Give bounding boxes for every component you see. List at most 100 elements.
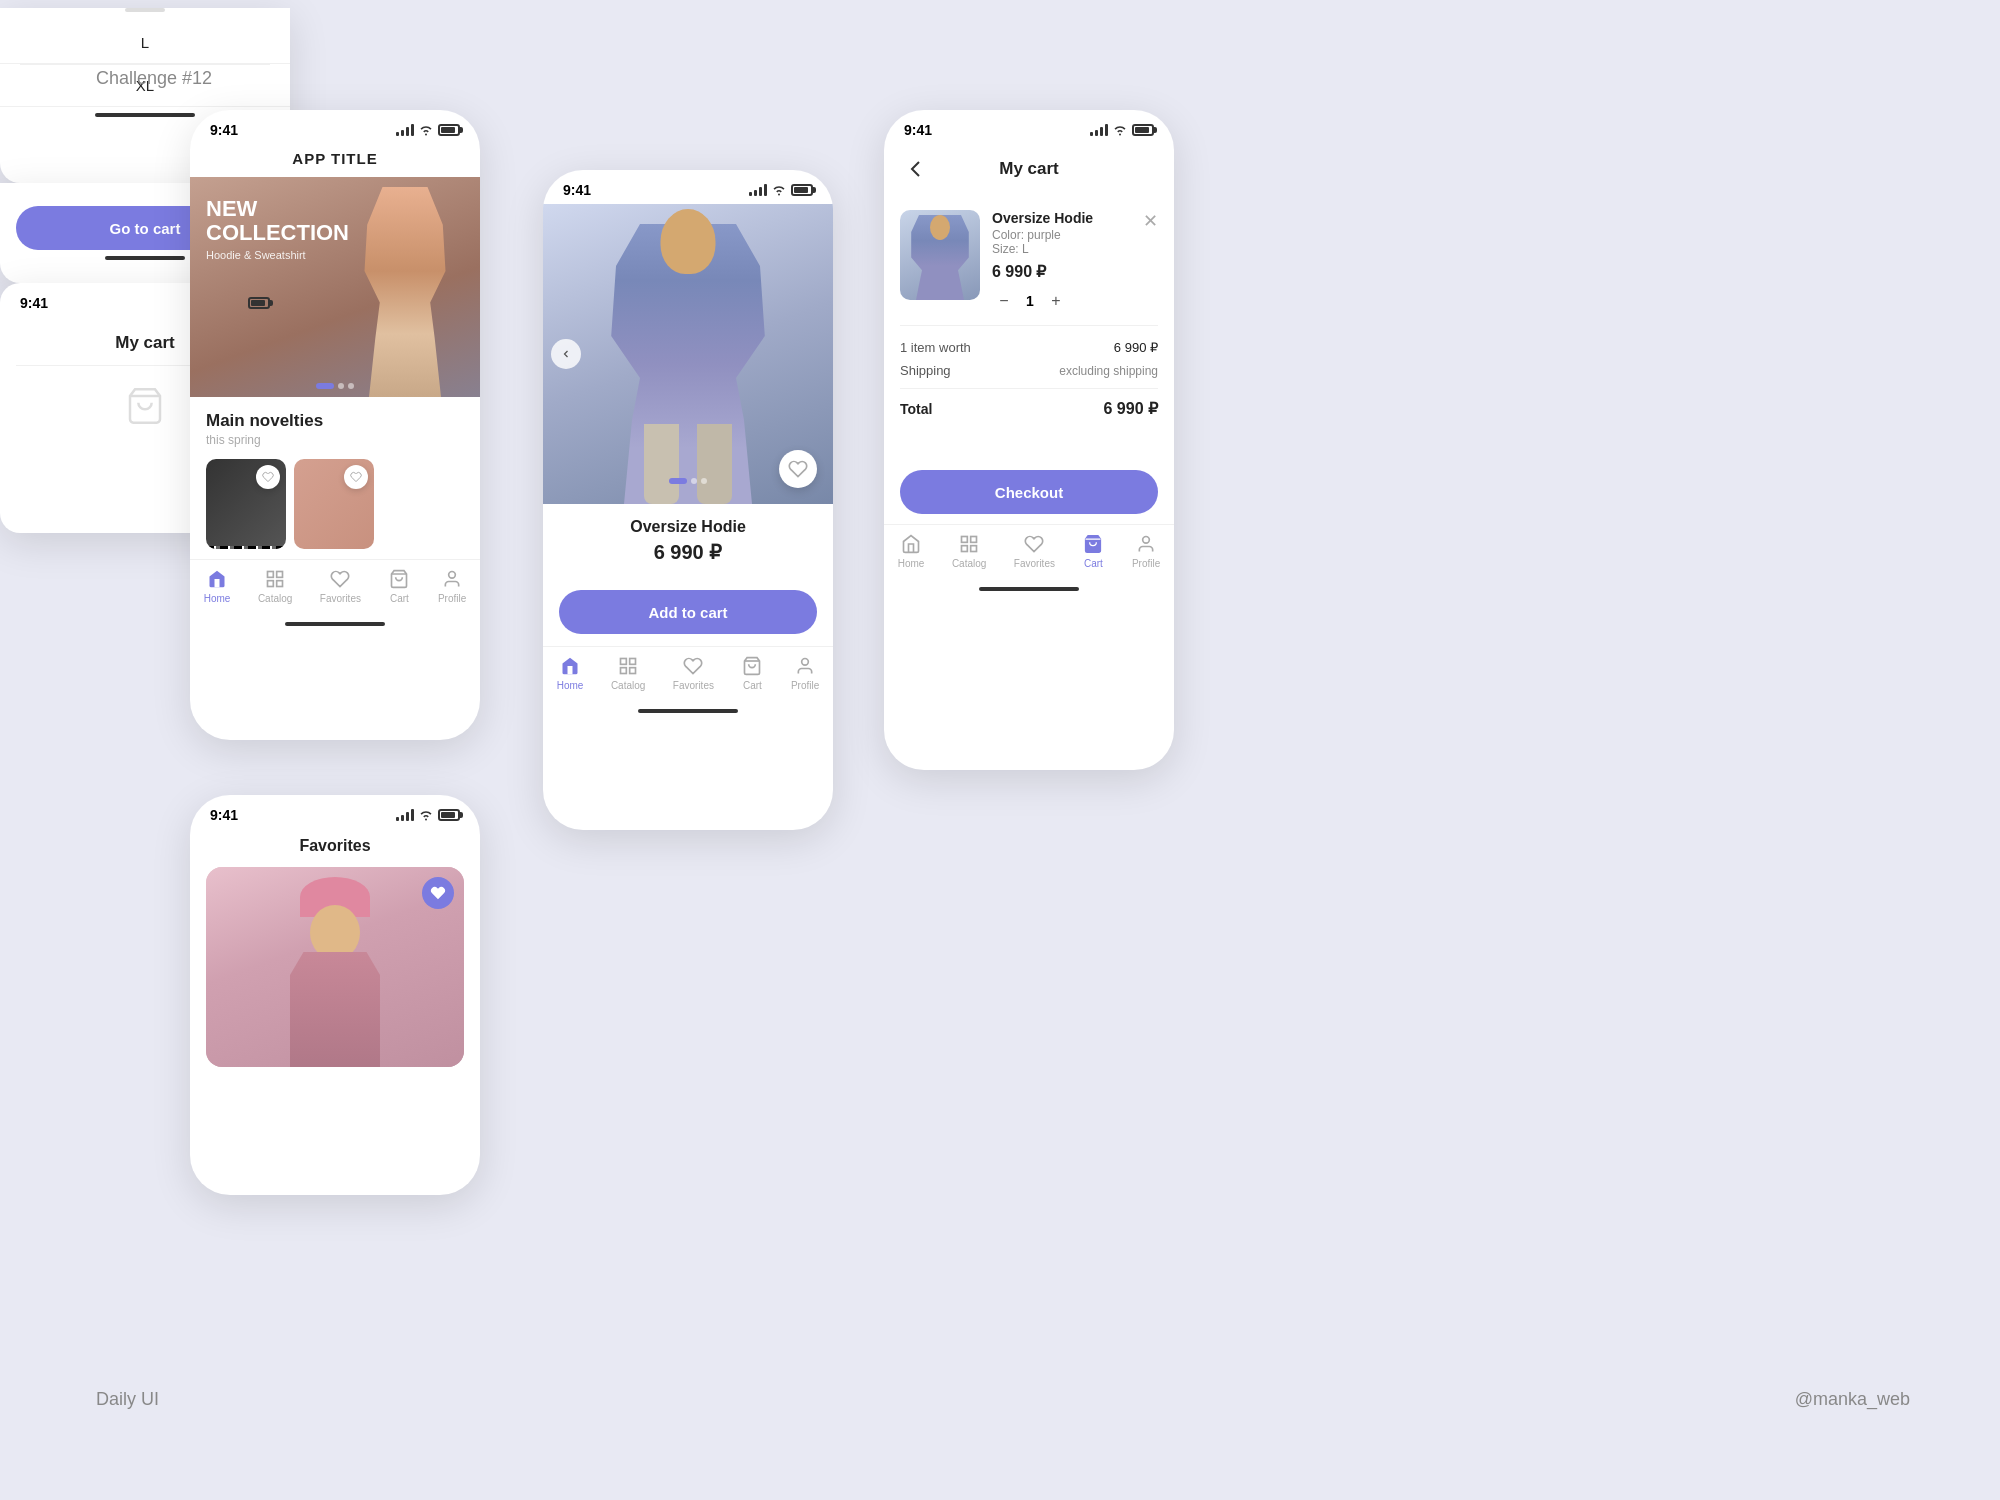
total-row: Total 6 990 ₽ <box>900 388 1158 418</box>
battery-icon-6 <box>438 809 460 821</box>
nav-catalog-1[interactable]: Catalog <box>258 568 292 604</box>
bottom-nav-2: Home Catalog Favorites Cart Profile <box>543 646 833 703</box>
qty-increase-button[interactable]: + <box>1044 289 1068 313</box>
novelties-title: Main novelties <box>206 411 464 431</box>
signal-icon-2 <box>749 184 767 196</box>
hero-new-text: NEW <box>206 197 349 221</box>
nav-cart-label-1: Cart <box>390 593 409 604</box>
nav-profile-3[interactable]: Profile <box>1132 533 1160 569</box>
novelty-card-2[interactable] <box>294 459 374 549</box>
svg-rect-2 <box>268 581 274 587</box>
time-2: 9:41 <box>563 182 591 198</box>
items-worth-value: 6 990 ₽ <box>1114 340 1158 355</box>
battery-icon-3 <box>1132 124 1154 136</box>
nav-favorites-3[interactable]: Favorites <box>1014 533 1055 569</box>
home-indicator <box>95 113 195 117</box>
wifi-icon-3 <box>1113 125 1127 136</box>
nav-catalog-label-3: Catalog <box>952 558 986 569</box>
svg-rect-7 <box>630 659 636 665</box>
qty-control: − 1 + <box>992 289 1131 313</box>
qty-value: 1 <box>1026 293 1034 309</box>
time-7: 9:41 <box>20 295 48 311</box>
svg-point-5 <box>449 572 456 579</box>
nav-home-2[interactable]: Home <box>557 655 584 691</box>
back-button[interactable] <box>900 154 930 184</box>
nav-cart-3[interactable]: Cart <box>1082 533 1104 569</box>
remove-item-button[interactable]: ✕ <box>1143 210 1158 232</box>
status-bar-2: 9:41 <box>543 170 833 204</box>
total-label: Total <box>900 401 932 417</box>
nav-favorites-label-1: Favorites <box>320 593 361 604</box>
svg-rect-0 <box>268 572 274 578</box>
favorite-btn-1[interactable] <box>256 465 280 489</box>
daily-ui-label: Daily UI <box>96 1389 159 1410</box>
nav-profile-label-2: Profile <box>791 680 819 691</box>
total-value: 6 990 ₽ <box>1104 399 1158 418</box>
nav-favorites-label-3: Favorites <box>1014 558 1055 569</box>
svg-point-17 <box>1143 537 1150 544</box>
nav-catalog-3[interactable]: Catalog <box>952 533 986 569</box>
home-icon-3 <box>900 533 922 555</box>
profile-icon-1 <box>441 568 463 590</box>
add-to-cart-button[interactable]: Add to cart <box>559 590 817 634</box>
nav-cart-1[interactable]: Cart <box>388 568 410 604</box>
hero-overlay: NEW COLLECTION Hoodie & Sweatshirt <box>206 197 349 261</box>
prev-image-button[interactable] <box>551 339 581 369</box>
favorites-icon-3 <box>1023 533 1045 555</box>
cart-header: My cart <box>884 144 1174 198</box>
favorite-btn-2[interactable] <box>344 465 368 489</box>
time-3: 9:41 <box>904 122 932 138</box>
product-name: Oversize Hodie <box>559 518 817 536</box>
product-favorite-button[interactable] <box>779 450 817 488</box>
cart-item-color: Color: purple <box>992 228 1131 242</box>
time-6: 9:41 <box>210 807 238 823</box>
wifi-icon-6 <box>419 810 433 821</box>
phone-home: 9:41 APP TITLE NEW COLLECTION Hoodie & S… <box>190 110 480 740</box>
nav-profile-label-1: Profile <box>438 593 466 604</box>
checkout-button[interactable]: Checkout <box>900 470 1158 514</box>
status-icons-6 <box>396 809 460 821</box>
novelties-grid <box>206 459 464 549</box>
profile-icon-2 <box>794 655 816 677</box>
nav-home-label-1: Home <box>204 593 231 604</box>
size-option-L[interactable]: L <box>0 22 290 64</box>
favorites-icon-1 <box>329 568 351 590</box>
svg-rect-6 <box>621 659 627 665</box>
cart-icon-3 <box>1082 533 1104 555</box>
svg-rect-1 <box>277 572 283 578</box>
nav-favorites-2[interactable]: Favorites <box>673 655 714 691</box>
favorites-heart-icon[interactable] <box>422 877 454 909</box>
nav-profile-1[interactable]: Profile <box>438 568 466 604</box>
hero-dots <box>316 383 354 389</box>
cart-item-details: Oversize Hodie Color: purple Size: L 6 9… <box>992 210 1131 313</box>
cart-icon-1 <box>388 568 410 590</box>
nav-home-1[interactable]: Home <box>204 568 231 604</box>
cart-summary: 1 item worth 6 990 ₽ Shipping excluding … <box>884 326 1174 432</box>
svg-rect-9 <box>630 668 636 674</box>
battery-icon-7 <box>248 297 270 309</box>
home-indicator-1 <box>285 622 385 626</box>
nav-catalog-2[interactable]: Catalog <box>611 655 645 691</box>
items-worth-label: 1 item worth <box>900 340 971 355</box>
qty-decrease-button[interactable]: − <box>992 289 1016 313</box>
nav-cart-2[interactable]: Cart <box>741 655 763 691</box>
signal-icon-1 <box>396 124 414 136</box>
svg-point-11 <box>802 659 809 666</box>
nav-favorites-label-2: Favorites <box>673 680 714 691</box>
signal-icon-3 <box>1090 124 1108 136</box>
nav-profile-2[interactable]: Profile <box>791 655 819 691</box>
hero-image: NEW COLLECTION Hoodie & Sweatshirt <box>190 177 480 397</box>
cart-icon-2 <box>741 655 763 677</box>
svg-rect-12 <box>962 537 968 543</box>
svg-rect-3 <box>277 581 283 587</box>
favorites-title: Favorites <box>190 829 480 867</box>
nav-home-3[interactable]: Home <box>898 533 925 569</box>
novelty-card-1[interactable] <box>206 459 286 549</box>
svg-rect-15 <box>971 546 977 552</box>
favorites-item-1[interactable] <box>206 867 464 1067</box>
home-icon-1 <box>206 568 228 590</box>
nav-favorites-1[interactable]: Favorites <box>320 568 361 604</box>
sheet-indicator <box>125 8 165 12</box>
wifi-icon-1 <box>419 125 433 136</box>
svg-rect-14 <box>962 546 968 552</box>
